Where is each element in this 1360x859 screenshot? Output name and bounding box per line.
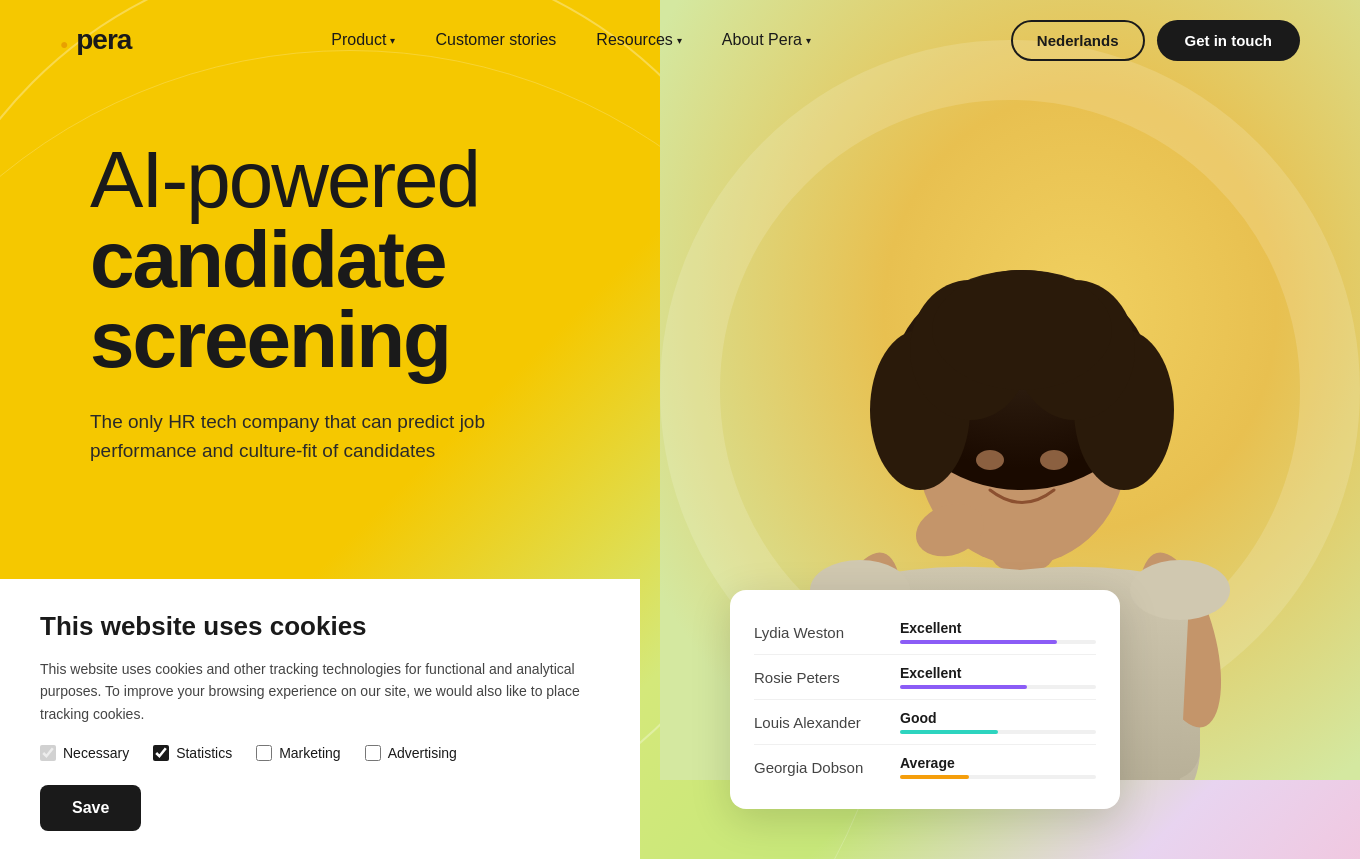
chevron-down-icon: ▾ — [806, 35, 811, 46]
cookie-option-marketing[interactable]: Marketing — [256, 745, 340, 761]
candidate-score-area: Good — [900, 710, 1096, 734]
nav-item-resources[interactable]: Resources ▾ — [596, 31, 681, 49]
candidate-score-area: Excellent — [900, 665, 1096, 689]
nav-link-about-pera[interactable]: About Pera ▾ — [722, 31, 811, 49]
candidate-row: Georgia Dobson Average — [754, 745, 1096, 789]
svg-point-11 — [932, 270, 1112, 390]
score-bar-background — [900, 730, 1096, 734]
score-bar-background — [900, 685, 1096, 689]
hero-title-bold-1: candidate — [90, 220, 620, 300]
cookie-options: Necessary Statistics Marketing Advertising — [40, 745, 600, 761]
score-bar-background — [900, 775, 1096, 779]
nav-item-customer-stories[interactable]: Customer stories — [435, 31, 556, 49]
candidate-card: Lydia Weston Excellent Rosie Peters Excelle… — [730, 590, 1120, 809]
score-bar-background — [900, 640, 1096, 644]
brand-logo[interactable]: ● pera — [60, 24, 131, 56]
hero-content: AI-powered candidate screening The only … — [0, 80, 680, 465]
cookie-option-statistics[interactable]: Statistics — [153, 745, 232, 761]
language-button[interactable]: Nederlands — [1011, 20, 1145, 61]
candidate-name: Louis Alexander — [754, 714, 884, 731]
cookie-option-advertising[interactable]: Advertising — [365, 745, 457, 761]
score-bar-fill — [900, 730, 998, 734]
logo-icon: ● — [60, 36, 67, 52]
svg-point-13 — [1040, 450, 1068, 470]
nav-cta-area: Nederlands Get in touch — [1011, 20, 1300, 61]
score-label: Excellent — [900, 620, 1096, 636]
cookie-checkbox-marketing[interactable] — [256, 745, 272, 761]
cookie-body-text: This website uses cookies and other trac… — [40, 658, 600, 725]
candidate-row: Louis Alexander Good — [754, 700, 1096, 745]
chevron-down-icon: ▾ — [677, 35, 682, 46]
hero-subtitle: The only HR tech company that can predic… — [90, 408, 590, 465]
hero-title-bold-2: screening — [90, 300, 620, 380]
candidate-name: Georgia Dobson — [754, 759, 884, 776]
cookie-option-necessary[interactable]: Necessary — [40, 745, 129, 761]
hero-title: AI-powered candidate screening — [90, 140, 620, 380]
get-in-touch-button[interactable]: Get in touch — [1157, 20, 1301, 61]
cookie-option-label-advertising: Advertising — [388, 745, 457, 761]
score-bar-fill — [900, 685, 1027, 689]
cookie-save-button[interactable]: Save — [40, 785, 141, 831]
nav-item-product[interactable]: Product ▾ — [331, 31, 395, 49]
candidate-name: Rosie Peters — [754, 669, 884, 686]
nav-item-about-pera[interactable]: About Pera ▾ — [722, 31, 811, 49]
score-bar-fill — [900, 775, 969, 779]
candidate-row: Rosie Peters Excellent — [754, 655, 1096, 700]
hero-title-light: AI-powered — [90, 140, 620, 220]
chevron-down-icon: ▾ — [390, 35, 395, 46]
cookie-checkbox-advertising[interactable] — [365, 745, 381, 761]
candidate-score-area: Average — [900, 755, 1096, 779]
nav-links: Product ▾ Customer stories Resources ▾ A… — [331, 31, 811, 49]
candidate-score-area: Excellent — [900, 620, 1096, 644]
score-bar-fill — [900, 640, 1057, 644]
cookie-option-label-statistics: Statistics — [176, 745, 232, 761]
score-label: Good — [900, 710, 1096, 726]
score-label: Excellent — [900, 665, 1096, 681]
nav-link-product[interactable]: Product ▾ — [331, 31, 395, 49]
svg-point-18 — [1130, 560, 1230, 620]
score-label: Average — [900, 755, 1096, 771]
svg-point-12 — [976, 450, 1004, 470]
candidate-name: Lydia Weston — [754, 624, 884, 641]
cookie-option-label-marketing: Marketing — [279, 745, 340, 761]
cookie-option-label-necessary: Necessary — [63, 745, 129, 761]
nav-link-resources[interactable]: Resources ▾ — [596, 31, 681, 49]
cookie-banner: This website uses cookies This website u… — [0, 579, 640, 859]
cookie-checkbox-statistics[interactable] — [153, 745, 169, 761]
cookie-title: This website uses cookies — [40, 611, 600, 642]
nav-link-customer-stories[interactable]: Customer stories — [435, 31, 556, 49]
candidate-row: Lydia Weston Excellent — [754, 610, 1096, 655]
cookie-checkbox-necessary[interactable] — [40, 745, 56, 761]
main-nav: ● pera Product ▾ Customer stories Resour… — [0, 0, 1360, 80]
